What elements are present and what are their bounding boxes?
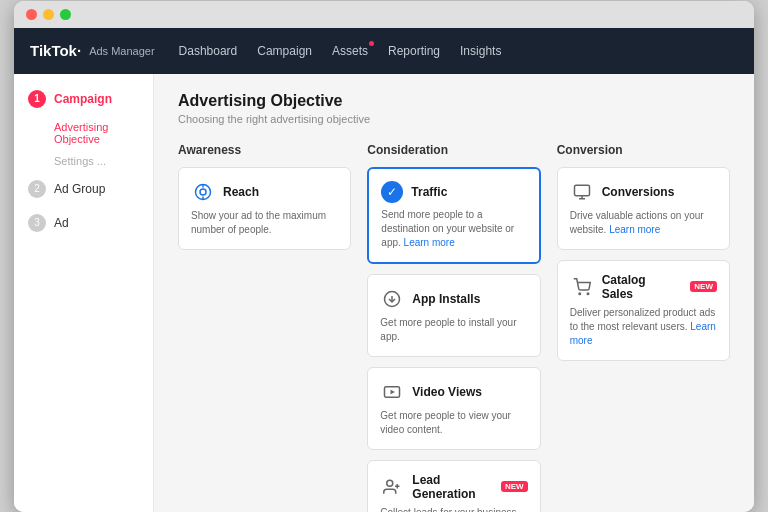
app-installs-card[interactable]: App Installs Get more people to install … xyxy=(367,274,540,357)
lead-gen-desc: Collect leads for your business or brand… xyxy=(380,506,527,512)
conversions-learn-more[interactable]: Learn more xyxy=(609,224,660,235)
catalog-sales-icon xyxy=(570,275,594,299)
nav-assets[interactable]: Assets xyxy=(332,44,368,58)
app-installs-title: App Installs xyxy=(412,292,480,306)
conversion-header: Conversion xyxy=(557,143,730,157)
catalog-sales-header: Catalog Sales NEW xyxy=(570,273,717,301)
sidebar-step-campaign[interactable]: 1 Campaign xyxy=(14,82,153,116)
browser-window: TikTok· Ads Manager Dashboard Campaign A… xyxy=(14,1,754,512)
sidebar-sub-settings[interactable]: Settings ... xyxy=(14,150,153,172)
conversions-icon xyxy=(570,180,594,204)
nav-reporting[interactable]: Reporting xyxy=(388,44,440,58)
sidebar-sub-advertising-objective[interactable]: Advertising Objective xyxy=(14,116,153,150)
catalog-sales-card[interactable]: Catalog Sales NEW Deliver personalized p… xyxy=(557,260,730,361)
video-views-header: Video Views xyxy=(380,380,527,404)
nav-campaign[interactable]: Campaign xyxy=(257,44,312,58)
conversions-title: Conversions xyxy=(602,185,675,199)
svg-point-1 xyxy=(200,189,206,195)
sidebar-step-adgroup[interactable]: 2 Ad Group xyxy=(14,172,153,206)
catalog-sales-desc: Deliver personalized product ads to the … xyxy=(570,306,717,348)
video-views-icon xyxy=(380,380,404,404)
minimize-button[interactable] xyxy=(43,9,54,20)
step-2-circle: 2 xyxy=(28,180,46,198)
traffic-title: Traffic xyxy=(411,185,447,199)
step-1-label: Campaign xyxy=(54,92,112,106)
conversions-card-header: Conversions xyxy=(570,180,717,204)
browser-chrome xyxy=(14,1,754,28)
awareness-col: Awareness R xyxy=(178,143,351,512)
objective-sections: Awareness R xyxy=(178,143,730,512)
brand-name: TikTok· xyxy=(30,42,81,59)
reach-card-header: Reach xyxy=(191,180,338,204)
assets-dot xyxy=(369,41,374,46)
step-2-label: Ad Group xyxy=(54,182,105,196)
svg-marker-7 xyxy=(391,389,396,394)
svg-point-8 xyxy=(387,480,393,486)
nav-insights[interactable]: Insights xyxy=(460,44,501,58)
page-layout: 1 Campaign Advertising Objective Setting… xyxy=(14,74,754,512)
brand-logo: TikTok· Ads Manager xyxy=(30,42,155,59)
svg-rect-11 xyxy=(574,185,589,196)
reach-desc: Show your ad to the maximum number of pe… xyxy=(191,209,338,237)
page-title: Advertising Objective xyxy=(178,92,730,110)
traffic-card-header: ✓ Traffic xyxy=(381,181,526,203)
maximize-button[interactable] xyxy=(60,9,71,20)
svg-point-14 xyxy=(579,293,581,295)
main-content: Advertising Objective Choosing the right… xyxy=(154,74,754,512)
reach-card[interactable]: Reach Show your ad to the maximum number… xyxy=(178,167,351,250)
conversion-col: Conversion Conversions xyxy=(557,143,730,512)
sidebar: 1 Campaign Advertising Objective Setting… xyxy=(14,74,154,512)
traffic-card[interactable]: ✓ Traffic Send more people to a destinat… xyxy=(367,167,540,264)
app-installs-header: App Installs xyxy=(380,287,527,311)
step-1-circle: 1 xyxy=(28,90,46,108)
lead-gen-card[interactable]: Lead Generation NEW Collect leads for yo… xyxy=(367,460,540,512)
catalog-sales-title: Catalog Sales xyxy=(602,273,679,301)
traffic-selected-icon: ✓ xyxy=(381,181,403,203)
video-views-title: Video Views xyxy=(412,385,482,399)
consideration-col: Consideration ✓ Traffic Send more people… xyxy=(367,143,540,512)
lead-gen-title: Lead Generation xyxy=(412,473,489,501)
conversions-desc: Drive valuable actions on your website. … xyxy=(570,209,717,237)
awareness-header: Awareness xyxy=(178,143,351,157)
nav-dashboard[interactable]: Dashboard xyxy=(179,44,238,58)
traffic-desc: Send more people to a destination on you… xyxy=(381,208,526,250)
lead-gen-header: Lead Generation NEW xyxy=(380,473,527,501)
close-button[interactable] xyxy=(26,9,37,20)
app-installs-icon xyxy=(380,287,404,311)
brand-suffix: Ads Manager xyxy=(89,45,154,57)
nav-links: Dashboard Campaign Assets Reporting Insi… xyxy=(179,44,502,58)
app-installs-desc: Get more people to install your app. xyxy=(380,316,527,344)
reach-icon xyxy=(191,180,215,204)
step-3-circle: 3 xyxy=(28,214,46,232)
video-views-desc: Get more people to view your video conte… xyxy=(380,409,527,437)
topnav: TikTok· Ads Manager Dashboard Campaign A… xyxy=(14,28,754,74)
sidebar-step-ad[interactable]: 3 Ad xyxy=(14,206,153,240)
catalog-sales-new-badge: NEW xyxy=(690,281,717,292)
consideration-header: Consideration xyxy=(367,143,540,157)
lead-gen-new-badge: NEW xyxy=(501,481,528,492)
video-views-card[interactable]: Video Views Get more people to view your… xyxy=(367,367,540,450)
reach-title: Reach xyxy=(223,185,259,199)
conversions-card[interactable]: Conversions Drive valuable actions on yo… xyxy=(557,167,730,250)
page-subtitle: Choosing the right advertising objective xyxy=(178,113,730,125)
step-3-label: Ad xyxy=(54,216,69,230)
traffic-learn-more[interactable]: Learn more xyxy=(404,237,455,248)
lead-gen-icon xyxy=(380,475,404,499)
svg-point-15 xyxy=(587,293,589,295)
